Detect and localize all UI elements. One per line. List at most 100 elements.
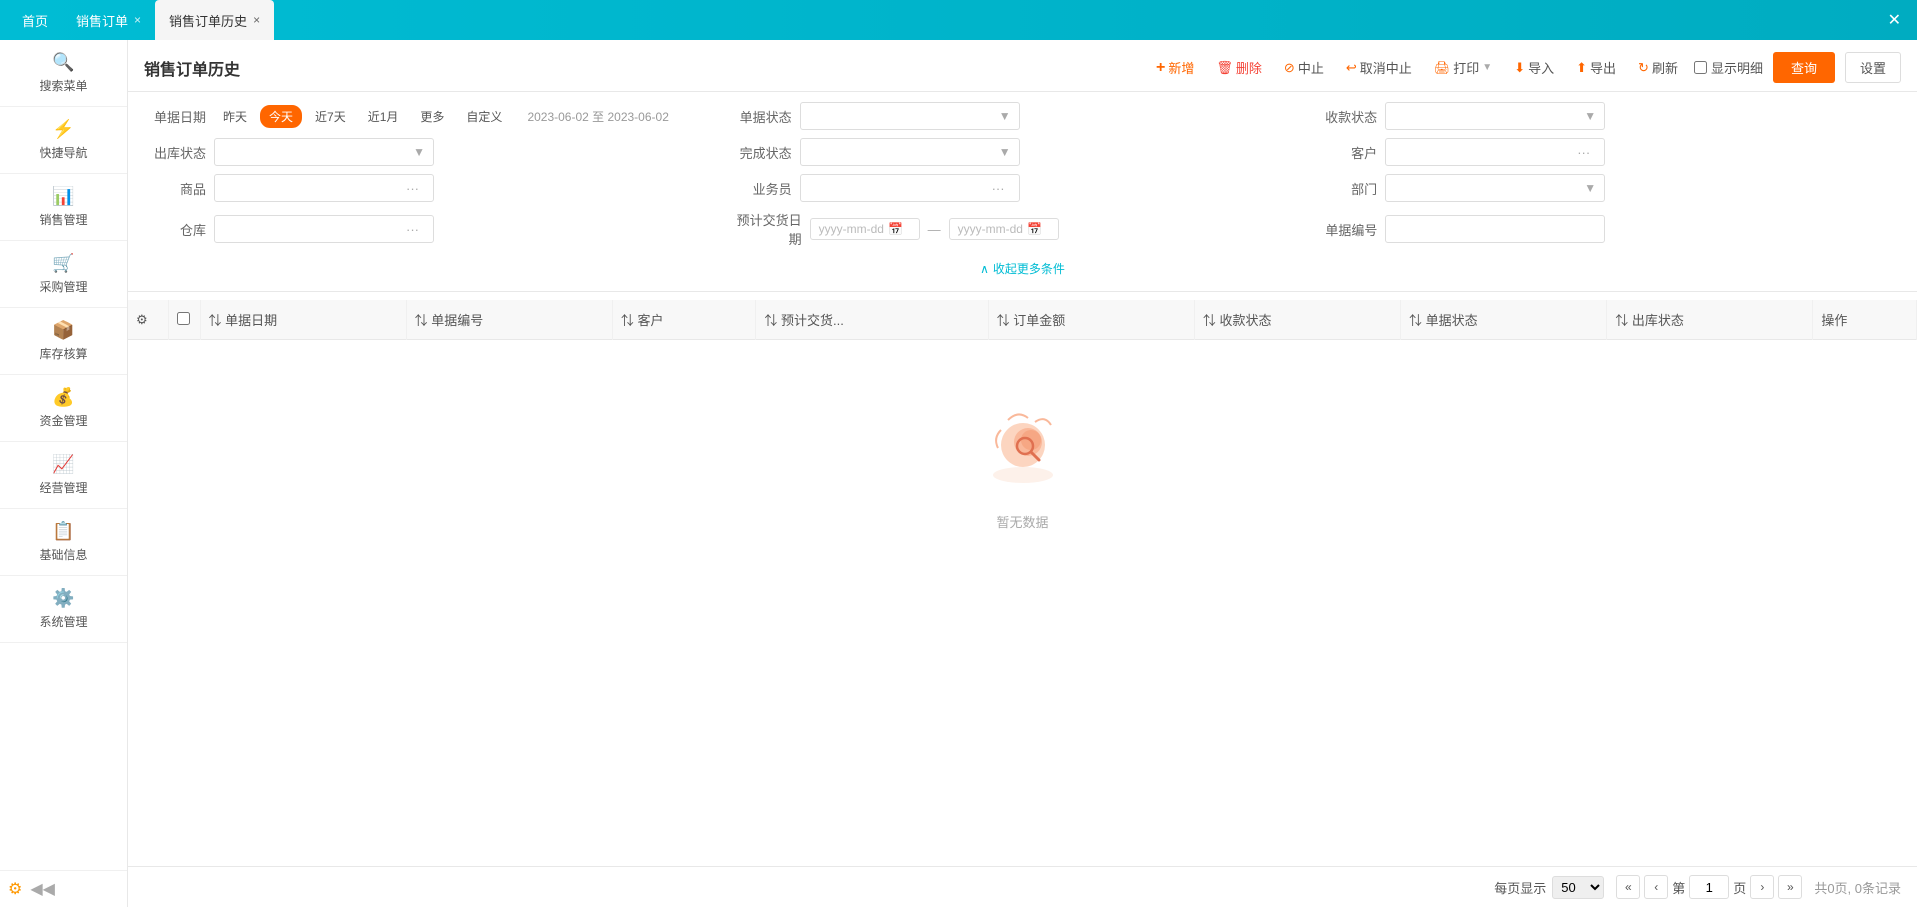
sidebar-settings-btn[interactable]: ⚙ <box>8 879 22 899</box>
filter-section-complete-status: 完成状态 ▼ <box>730 138 1316 166</box>
sidebar-item-search[interactable]: 🔍 搜索菜单 <box>0 40 127 107</box>
sidebar-item-quick-nav-label: 快捷导航 <box>39 144 87 161</box>
sidebar-item-operations[interactable]: 📈 经营管理 <box>0 442 127 509</box>
sidebar-item-purchase[interactable]: 🛒 采购管理 <box>0 241 127 308</box>
query-button[interactable]: 查询 <box>1773 52 1835 83</box>
table-area: ⚙ ⇅ 单据日期 ⇅ 单据编号 ⇅ 客户 <box>128 300 1917 866</box>
display-detail-checkbox[interactable] <box>1694 61 1707 74</box>
date-btn-1month[interactable]: 近1月 <box>359 105 408 128</box>
customer-control: ··· <box>1385 138 1885 166</box>
display-detail-check[interactable]: 显示明细 <box>1694 58 1763 77</box>
sidebar-item-system[interactable]: ⚙️ 系统管理 <box>0 576 127 643</box>
page-title: 销售订单历史 <box>144 56 240 80</box>
settings-button[interactable]: 设置 <box>1845 52 1901 83</box>
th-customer[interactable]: ⇅ 客户 <box>612 300 756 340</box>
filter-section-goods: 商品 ··· <box>144 174 730 202</box>
bill-number-input[interactable] <box>1385 215 1605 243</box>
date-btn-7days[interactable]: 近7天 <box>306 105 355 128</box>
export-button[interactable]: ⬆ 导出 <box>1570 54 1622 81</box>
department-select[interactable]: ▼ <box>1385 174 1605 202</box>
tab-sales-order-history-close[interactable]: × <box>253 13 260 27</box>
display-detail-label: 显示明细 <box>1711 58 1763 77</box>
filter-section-bill-status: 单据状态 ▼ <box>730 102 1316 130</box>
goods-select[interactable]: ··· <box>214 174 434 202</box>
cancel-stop-label: 取消中止 <box>1360 58 1412 77</box>
cancel-stop-button[interactable]: ↩ 取消中止 <box>1340 54 1418 81</box>
search-menu-icon: 🔍 <box>52 52 74 73</box>
customer-select[interactable]: ··· <box>1385 138 1605 166</box>
purchase-icon: 🛒 <box>52 253 74 274</box>
page-size-section: 每页显示 10 20 50 100 <box>1494 876 1604 899</box>
bill-status-select[interactable]: ▼ <box>800 102 1020 130</box>
print-label: 打印 <box>1453 58 1479 77</box>
refresh-icon: ↻ <box>1638 60 1649 76</box>
warehouse-dots[interactable]: ··· <box>400 222 425 237</box>
th-check[interactable] <box>168 300 200 340</box>
date-btn-custom[interactable]: 自定义 <box>457 105 511 128</box>
next-page-btn[interactable]: › <box>1750 875 1774 899</box>
th-settings[interactable]: ⚙ <box>128 300 168 340</box>
stop-label: 中止 <box>1298 58 1324 77</box>
tab-sales-order-close[interactable]: × <box>134 13 141 27</box>
refresh-button[interactable]: ↻ 刷新 <box>1632 54 1684 81</box>
tab-sales-order[interactable]: 销售订单 × <box>62 0 155 40</box>
prev-page-btn[interactable]: ‹ <box>1644 875 1668 899</box>
date-btn-today[interactable]: 今天 <box>260 105 302 128</box>
delete-icon: 🗑 <box>1216 60 1233 76</box>
date-dash: — <box>924 222 945 237</box>
total-info: 共0页, 0条记录 <box>1814 878 1901 897</box>
delivery-date-to[interactable]: yyyy-mm-dd 📅 <box>949 218 1059 240</box>
date-btn-yesterday[interactable]: 昨天 <box>214 105 256 128</box>
payment-status-select[interactable]: ▼ <box>1385 102 1605 130</box>
sidebar: 🔍 搜索菜单 ⚡ 快捷导航 📊 销售管理 🛒 采购管理 📦 库存核算 💰 资金管… <box>0 40 128 907</box>
new-icon: + <box>1156 59 1165 77</box>
sidebar-item-quick-nav[interactable]: ⚡ 快捷导航 <box>0 107 127 174</box>
th-number[interactable]: ⇅ 单据编号 <box>406 300 612 340</box>
tab-home[interactable]: 查询 首页 <box>8 0 62 40</box>
system-icon: ⚙️ <box>52 588 74 609</box>
top-bar: 查询 首页 销售订单 × 销售订单历史 × ✕ <box>0 0 1917 40</box>
window-close-btn[interactable]: ✕ <box>1888 10 1901 30</box>
bill-status-arrow-icon: ▼ <box>999 109 1011 123</box>
th-out-status[interactable]: ⇅ 出库状态 <box>1607 300 1813 340</box>
th-amount[interactable]: ⇅ 订单金额 <box>988 300 1194 340</box>
last-page-btn[interactable]: » <box>1778 875 1802 899</box>
salesperson-dots[interactable]: ··· <box>986 181 1011 196</box>
sidebar-item-capital[interactable]: 💰 资金管理 <box>0 375 127 442</box>
import-label: 导入 <box>1528 58 1554 77</box>
current-page-input[interactable] <box>1689 875 1729 899</box>
basic-info-icon: 📋 <box>52 521 74 542</box>
first-page-btn[interactable]: « <box>1616 875 1640 899</box>
date-quick-buttons: 昨天 今天 近7天 近1月 更多 自定义 <box>214 105 511 128</box>
goods-dots[interactable]: ··· <box>400 181 425 196</box>
new-button[interactable]: + 新增 <box>1150 54 1200 81</box>
bill-status-label: 单据状态 <box>730 107 800 126</box>
sidebar-item-inventory[interactable]: 📦 库存核算 <box>0 308 127 375</box>
sidebar-item-basic-info[interactable]: 📋 基础信息 <box>0 509 127 576</box>
import-button[interactable]: ⬇ 导入 <box>1508 54 1560 81</box>
th-payment-status[interactable]: ⇅ 收款状态 <box>1194 300 1400 340</box>
print-button[interactable]: 🖨 打印 ▼ <box>1428 54 1498 81</box>
tab-sales-order-history[interactable]: 销售订单历史 × <box>155 0 274 40</box>
filter-section-payment-status: 收款状态 ▼ <box>1315 102 1901 130</box>
page-size-select[interactable]: 10 20 50 100 <box>1552 876 1604 899</box>
sidebar-item-sales[interactable]: 📊 销售管理 <box>0 174 127 241</box>
stop-button[interactable]: ⊘ 中止 <box>1278 54 1330 81</box>
salesperson-select[interactable]: ··· <box>800 174 1020 202</box>
customer-dots[interactable]: ··· <box>1571 145 1596 160</box>
th-date[interactable]: ⇅ 单据日期 <box>200 300 406 340</box>
sidebar-collapse-btn[interactable]: ◀◀ <box>30 879 55 899</box>
date-btn-more[interactable]: 更多 <box>411 105 453 128</box>
delivery-date-from[interactable]: yyyy-mm-dd 📅 <box>810 218 920 240</box>
warehouse-select[interactable]: ··· <box>214 215 434 243</box>
collapse-button[interactable]: ∧ 收起更多条件 <box>144 256 1901 281</box>
out-status-select[interactable]: ▼ <box>214 138 434 166</box>
delete-button[interactable]: 🗑 删除 <box>1210 54 1268 81</box>
th-delivery-date[interactable]: ⇅ 预计交货... <box>756 300 988 340</box>
th-bill-status[interactable]: ⇅ 单据状态 <box>1401 300 1607 340</box>
complete-status-arrow-icon: ▼ <box>999 145 1011 159</box>
complete-status-select[interactable]: ▼ <box>800 138 1020 166</box>
department-label: 部门 <box>1315 179 1385 198</box>
new-label: 新增 <box>1168 58 1194 77</box>
select-all-checkbox[interactable] <box>177 312 190 325</box>
